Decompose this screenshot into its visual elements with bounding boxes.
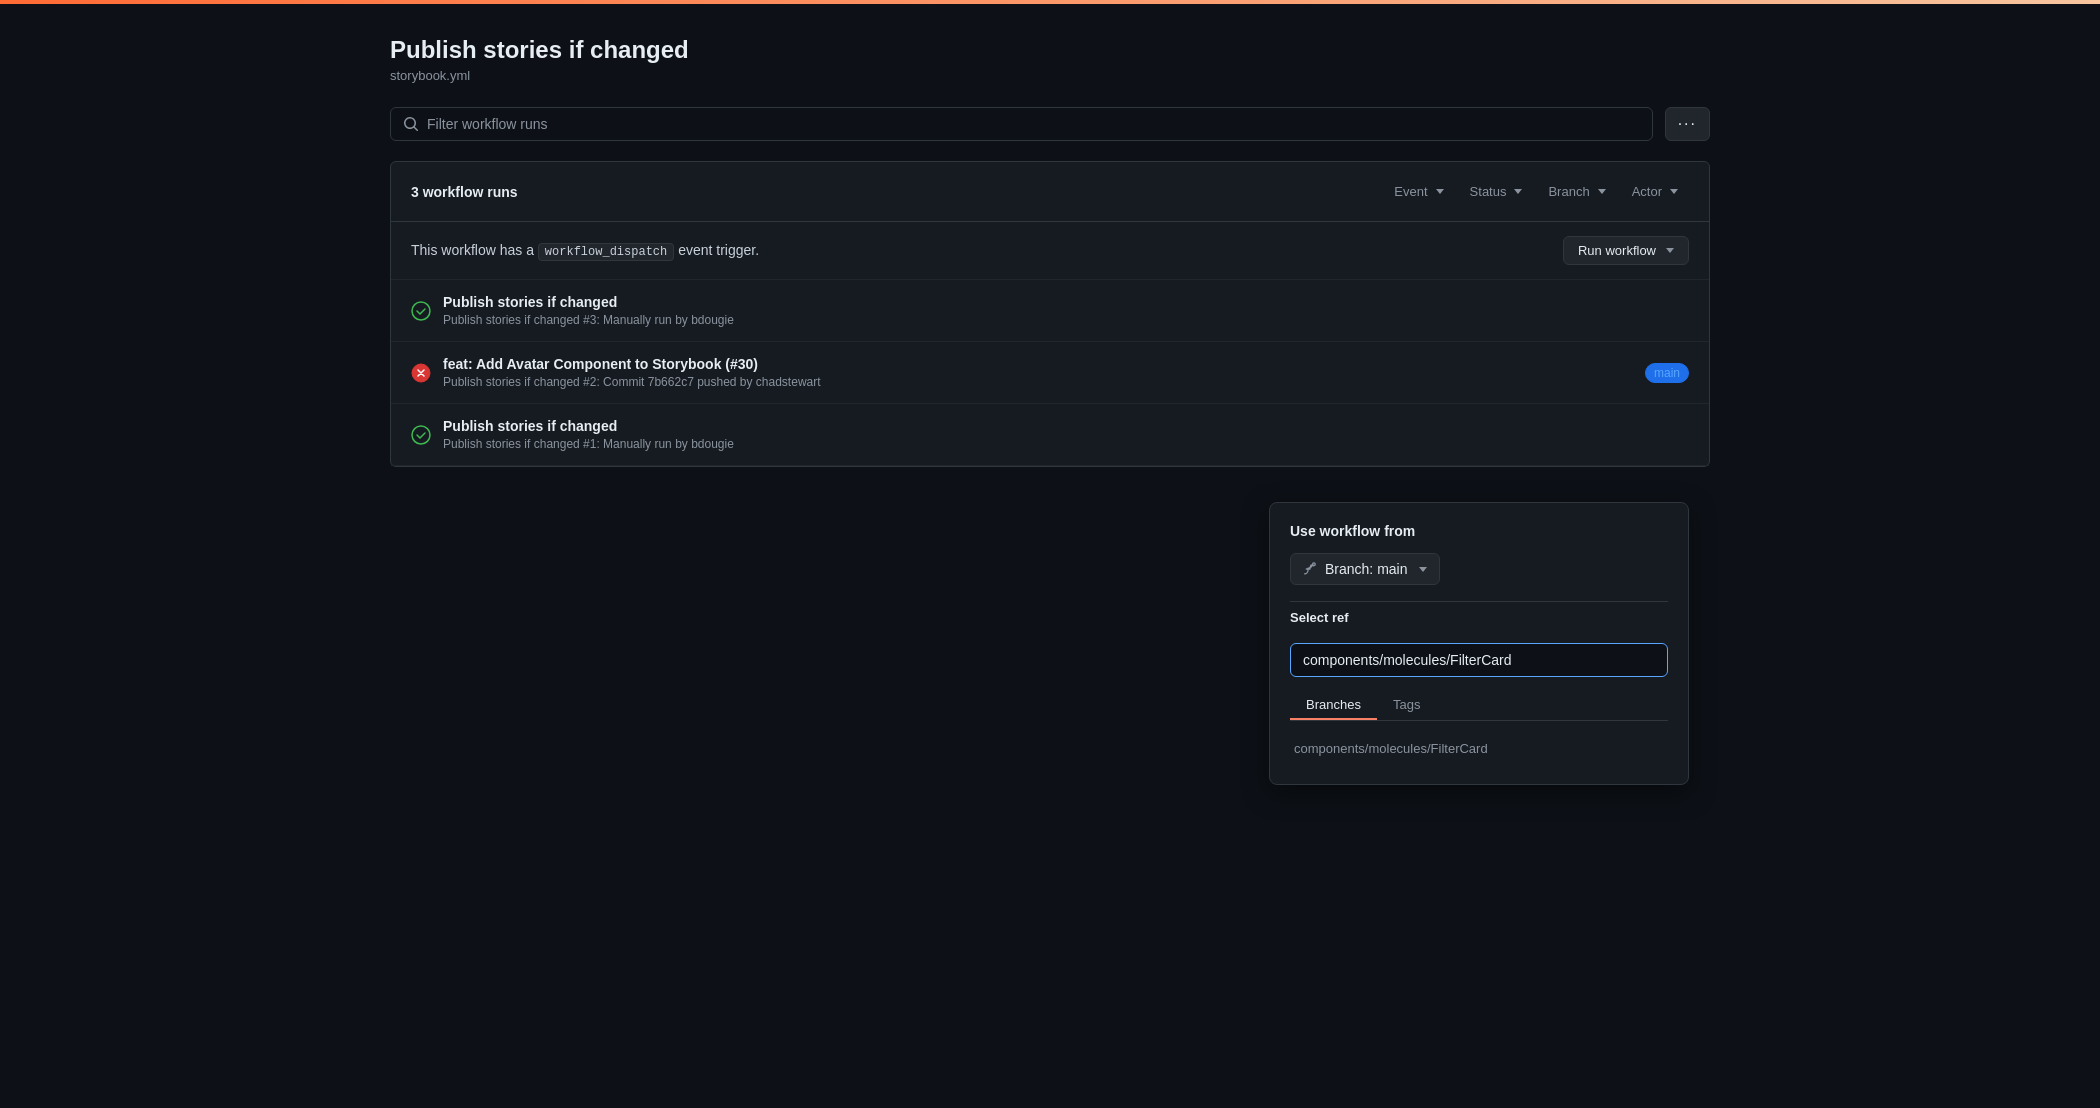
branch-selector-chevron-icon xyxy=(1419,567,1427,572)
status-filter-button[interactable]: Status xyxy=(1459,178,1534,205)
run-title: feat: Add Avatar Component to Storybook … xyxy=(443,356,1633,372)
run-title: Publish stories if changed xyxy=(443,418,1689,434)
branch-filter-button[interactable]: Branch xyxy=(1537,178,1616,205)
ref-tabs: Branches Tags xyxy=(1290,691,1668,721)
dispatch-code: workflow_dispatch xyxy=(538,243,674,261)
actor-filter-button[interactable]: Actor xyxy=(1621,178,1689,205)
workflow-dropdown: Use workflow from Branch: main Select re… xyxy=(1269,502,1689,785)
actor-chevron-icon xyxy=(1670,189,1678,194)
branches-tab[interactable]: Branches xyxy=(1290,691,1377,720)
page-subtitle: storybook.yml xyxy=(390,68,1710,83)
search-icon xyxy=(403,116,419,132)
branch-selector-button[interactable]: Branch: main xyxy=(1290,553,1440,585)
table-row[interactable]: Publish stories if changed Publish stori… xyxy=(391,404,1709,466)
run-meta: Publish stories if changed #2: Commit 7b… xyxy=(443,375,1633,389)
more-options-button[interactable]: ··· xyxy=(1665,107,1710,141)
success-status-icon xyxy=(411,301,431,321)
workflow-header: 3 workflow runs Event Status Branch Acto… xyxy=(391,162,1709,222)
filter-input-wrapper[interactable] xyxy=(390,107,1653,141)
run-meta: Publish stories if changed #1: Manually … xyxy=(443,437,1689,451)
filter-row: ··· xyxy=(390,107,1710,141)
ref-result-item[interactable]: components/molecules/FilterCard xyxy=(1290,733,1668,764)
workflow-count: 3 workflow runs xyxy=(411,184,518,200)
event-chevron-icon xyxy=(1436,189,1444,194)
run-workflow-chevron-icon xyxy=(1666,248,1674,253)
dropdown-title: Use workflow from xyxy=(1290,523,1668,539)
workflow-panel: 3 workflow runs Event Status Branch Acto… xyxy=(390,161,1710,467)
run-info: Publish stories if changed Publish stori… xyxy=(443,294,1689,327)
run-workflow-button[interactable]: Run workflow xyxy=(1563,236,1689,265)
run-info: Publish stories if changed Publish stori… xyxy=(443,418,1689,451)
dots-icon: ··· xyxy=(1678,116,1697,132)
page-container: Publish stories if changed storybook.yml… xyxy=(350,4,1750,499)
table-row[interactable]: Publish stories if changed Publish stori… xyxy=(391,280,1709,342)
branch-icon xyxy=(1303,562,1317,576)
run-info: feat: Add Avatar Component to Storybook … xyxy=(443,356,1633,389)
branch-badge: main xyxy=(1645,363,1689,383)
branch-chevron-icon xyxy=(1598,189,1606,194)
svg-point-2 xyxy=(412,426,430,444)
filter-workflow-input[interactable] xyxy=(427,116,1640,132)
ref-search-input[interactable] xyxy=(1290,643,1668,677)
event-filter-button[interactable]: Event xyxy=(1383,178,1454,205)
run-meta: Publish stories if changed #3: Manually … xyxy=(443,313,1689,327)
table-row[interactable]: feat: Add Avatar Component to Storybook … xyxy=(391,342,1709,404)
run-title: Publish stories if changed xyxy=(443,294,1689,310)
dispatch-text: This workflow has a workflow_dispatch ev… xyxy=(411,242,759,259)
dispatch-banner: This workflow has a workflow_dispatch ev… xyxy=(391,222,1709,280)
svg-point-0 xyxy=(412,302,430,320)
status-chevron-icon xyxy=(1514,189,1522,194)
success-status-icon xyxy=(411,425,431,445)
page-title: Publish stories if changed xyxy=(390,36,1710,64)
filter-buttons: Event Status Branch Actor xyxy=(1383,178,1689,205)
select-ref-title: Select ref xyxy=(1290,601,1668,633)
branch-selector-label: Branch: main xyxy=(1325,561,1407,577)
error-status-icon xyxy=(411,363,431,383)
tags-tab[interactable]: Tags xyxy=(1377,691,1436,720)
